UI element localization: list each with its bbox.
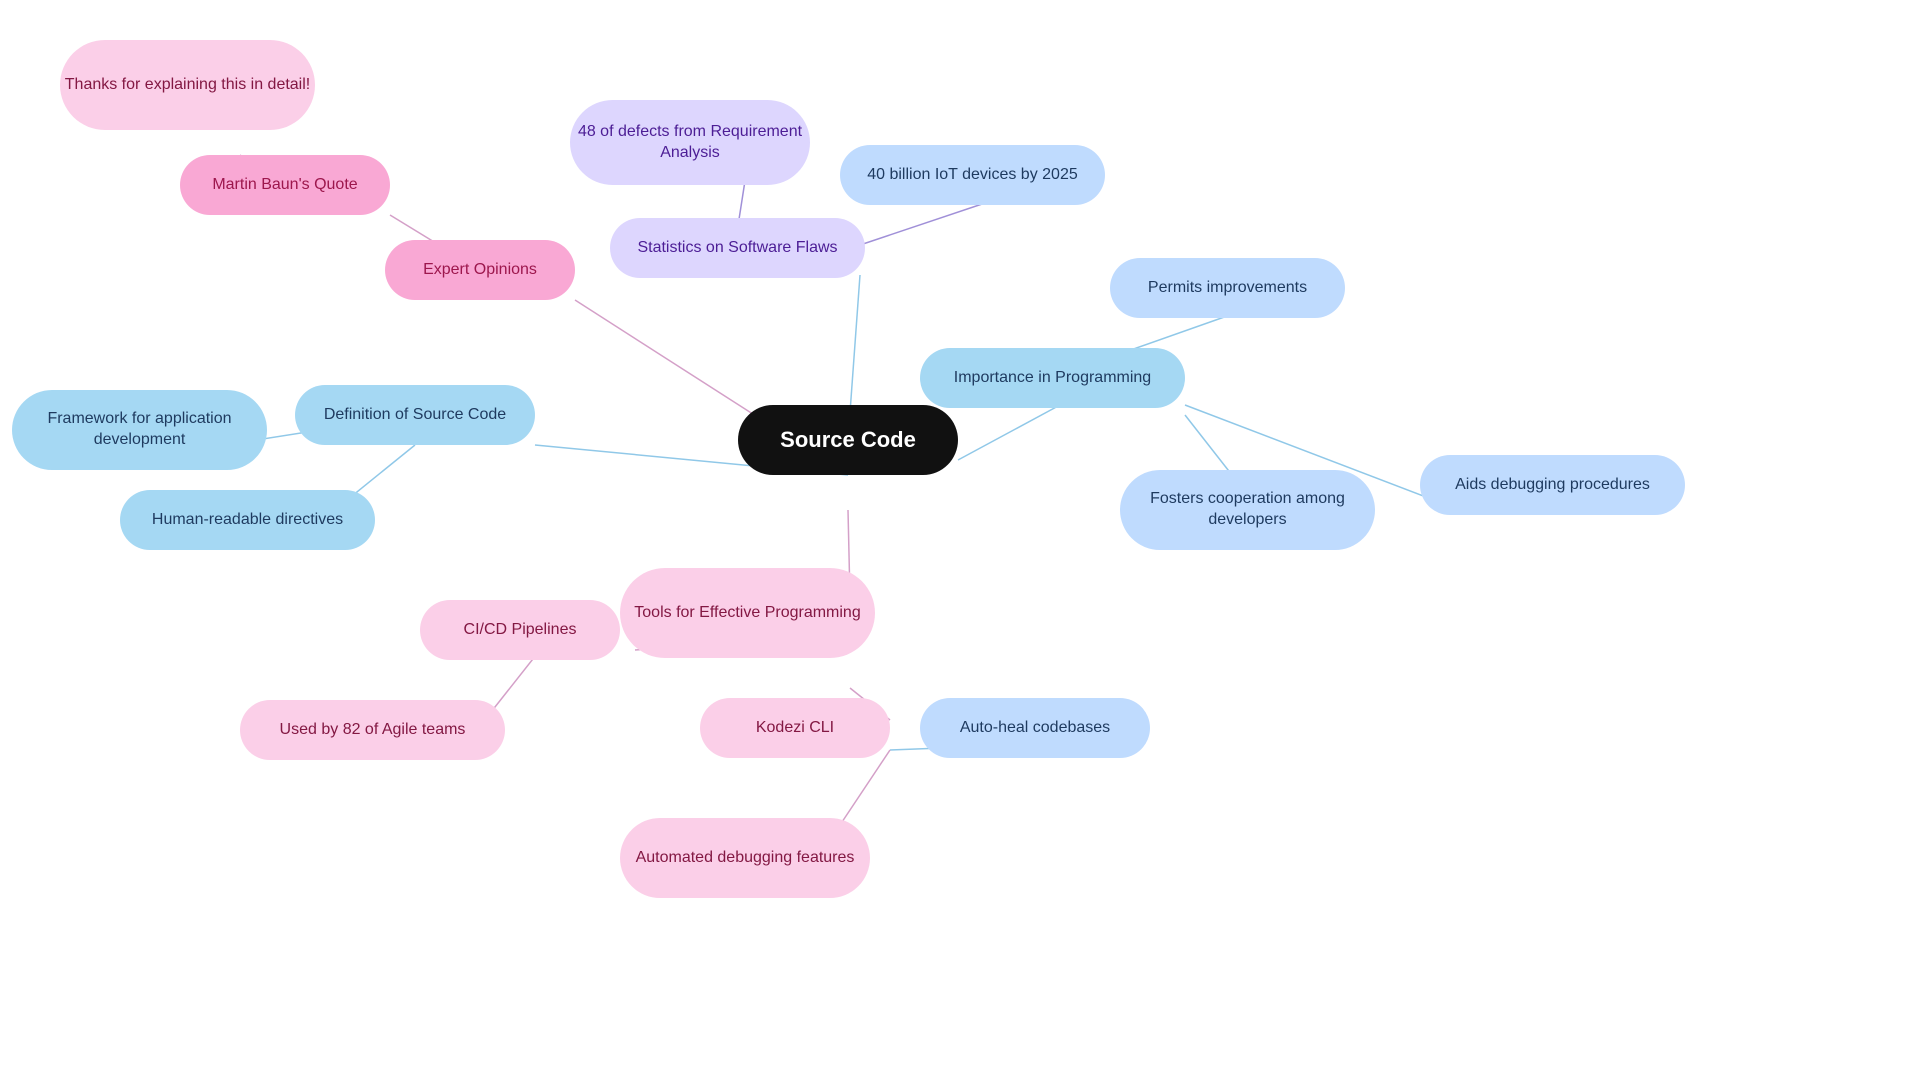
defects-label: 48 of defects from Requirement Analysis — [570, 122, 810, 164]
autoheal-label: Auto-heal codebases — [960, 718, 1110, 739]
martin-baun-label: Martin Baun's Quote — [212, 175, 357, 196]
thanks-label: Thanks for explaining this in detail! — [65, 75, 310, 96]
cicd-node[interactable]: CI/CD Pipelines — [420, 600, 620, 660]
cicd-label: CI/CD Pipelines — [464, 620, 577, 641]
tools-node[interactable]: Tools for Effective Programming — [620, 568, 875, 658]
expert-opinions-label: Expert Opinions — [423, 260, 537, 281]
human-readable-label: Human-readable directives — [152, 510, 343, 531]
martin-baun-node[interactable]: Martin Baun's Quote — [180, 155, 390, 215]
permits-label: Permits improvements — [1148, 278, 1307, 299]
tools-label: Tools for Effective Programming — [634, 603, 860, 624]
kodezi-label: Kodezi CLI — [756, 718, 834, 739]
statistics-node[interactable]: Statistics on Software Flaws — [610, 218, 865, 278]
aids-label: Aids debugging procedures — [1455, 475, 1650, 496]
aids-node[interactable]: Aids debugging procedures — [1420, 455, 1685, 515]
importance-label: Importance in Programming — [954, 368, 1151, 389]
definition-node[interactable]: Definition of Source Code — [295, 385, 535, 445]
automated-label: Automated debugging features — [636, 848, 855, 869]
definition-label: Definition of Source Code — [324, 405, 506, 426]
center-node[interactable]: Source Code — [738, 405, 958, 475]
human-readable-node[interactable]: Human-readable directives — [120, 490, 375, 550]
framework-node[interactable]: Framework for application development — [12, 390, 267, 470]
thanks-node[interactable]: Thanks for explaining this in detail! — [60, 40, 315, 130]
iot-node[interactable]: 40 billion IoT devices by 2025 — [840, 145, 1105, 205]
framework-label: Framework for application development — [12, 409, 267, 451]
fosters-node[interactable]: Fosters cooperation among developers — [1120, 470, 1375, 550]
fosters-label: Fosters cooperation among developers — [1120, 489, 1375, 531]
center-label: Source Code — [780, 426, 916, 455]
autoheal-node[interactable]: Auto-heal codebases — [920, 698, 1150, 758]
automated-node[interactable]: Automated debugging features — [620, 818, 870, 898]
importance-node[interactable]: Importance in Programming — [920, 348, 1185, 408]
used82-label: Used by 82 of Agile teams — [280, 720, 466, 741]
statistics-label: Statistics on Software Flaws — [637, 238, 837, 259]
expert-opinions-node[interactable]: Expert Opinions — [385, 240, 575, 300]
defects-node[interactable]: 48 of defects from Requirement Analysis — [570, 100, 810, 185]
iot-label: 40 billion IoT devices by 2025 — [867, 165, 1078, 186]
kodezi-node[interactable]: Kodezi CLI — [700, 698, 890, 758]
permits-node[interactable]: Permits improvements — [1110, 258, 1345, 318]
used82-node[interactable]: Used by 82 of Agile teams — [240, 700, 505, 760]
